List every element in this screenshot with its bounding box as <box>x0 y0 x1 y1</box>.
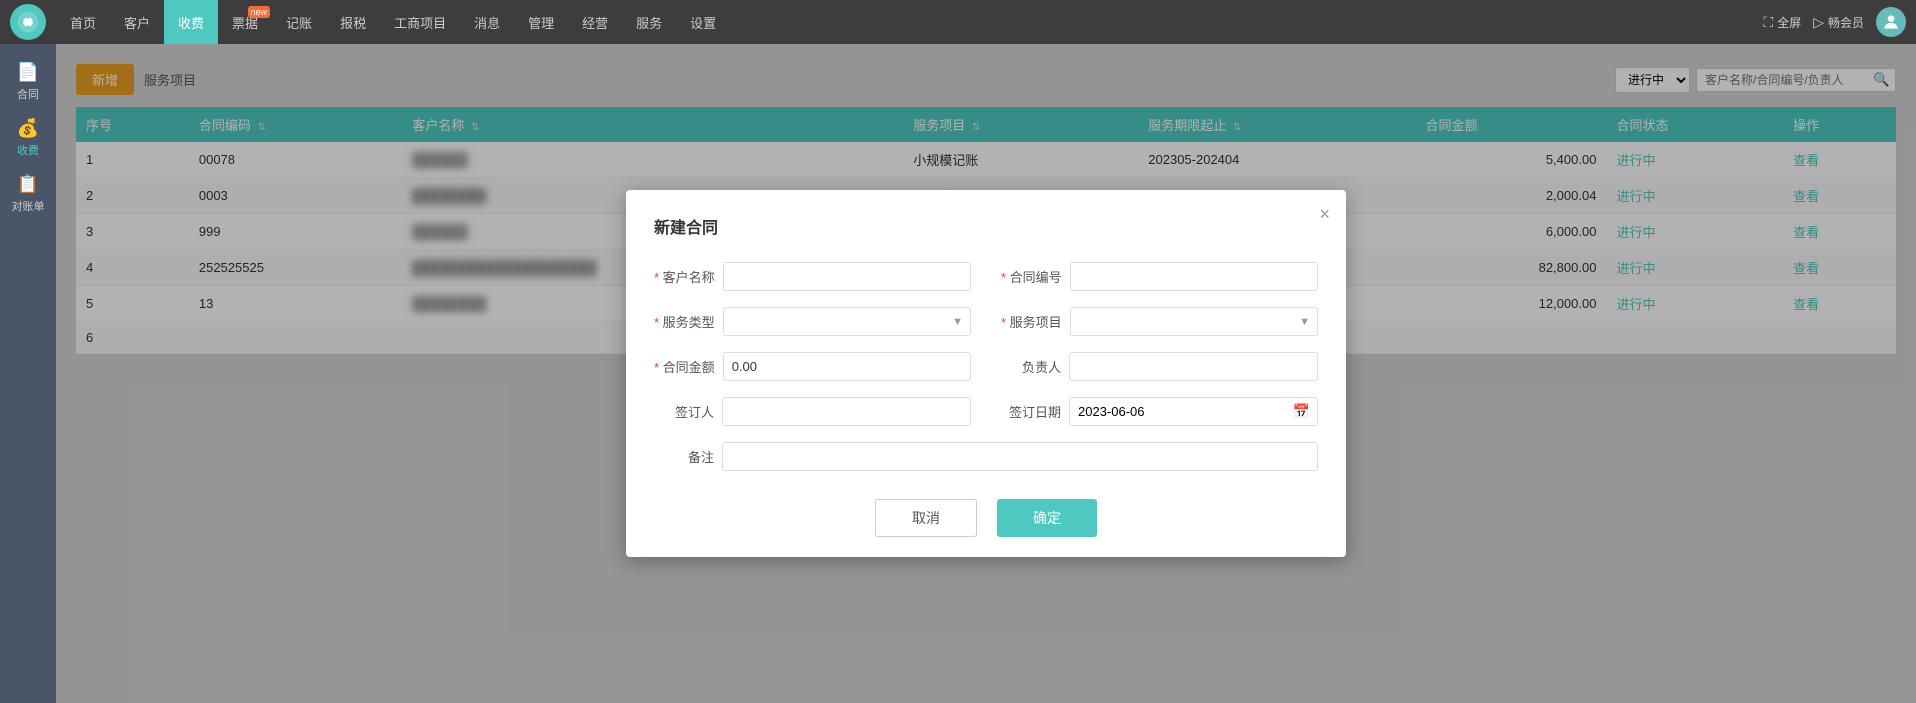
sidebar-label-contract: 合同 <box>17 86 39 102</box>
nav-home[interactable]: 首页 <box>56 0 110 44</box>
service-type-label: 服务类型 <box>654 312 715 331</box>
responsible-row: 负责人 <box>1001 352 1318 381</box>
modal-overlay[interactable]: × 新建合同 客户名称 合同编号 服务类型 <box>56 44 1916 703</box>
avatar[interactable] <box>1876 7 1906 37</box>
contract-icon: 📄 <box>17 62 39 83</box>
sign-date-input[interactable] <box>1069 397 1318 426</box>
nav-items: 首页 客户 收费 票据 new 记账 报税 工商项目 消息 管理 经营 服务 设… <box>56 0 1763 44</box>
nav-tax[interactable]: 报税 <box>326 0 380 44</box>
nav-settings[interactable]: 设置 <box>676 0 730 44</box>
nav-billing[interactable]: 收费 <box>164 0 218 44</box>
nav-message[interactable]: 消息 <box>460 0 514 44</box>
sign-date-label: 签订日期 <box>1001 402 1061 421</box>
content-area: 新增 服务项目 进行中 已完成 已终止 🔍 序号 合同 <box>56 44 1916 703</box>
remark-label: 备注 <box>654 447 714 466</box>
close-button[interactable]: × <box>1319 204 1330 225</box>
signer-label: 签订人 <box>654 402 714 421</box>
nav-manage[interactable]: 管理 <box>514 0 568 44</box>
remark-input[interactable] <box>722 442 1318 471</box>
sidebar-label-reconciliation: 对账单 <box>12 198 45 214</box>
amount-row: 合同金额 <box>654 352 971 381</box>
sidebar-item-contract[interactable]: 📄 合同 <box>0 54 56 110</box>
main-layout: 📄 合同 💰 收费 📋 对账单 新增 服务项目 进行中 已完成 已终止 <box>0 44 1916 703</box>
nav-invoice[interactable]: 票据 new <box>218 0 272 44</box>
contract-no-label: 合同编号 <box>1001 267 1062 286</box>
nav-operation[interactable]: 经营 <box>568 0 622 44</box>
sign-date-row: 签订日期 📅 <box>1001 397 1318 426</box>
reconciliation-icon: 📋 <box>17 174 39 195</box>
sidebar-item-reconciliation[interactable]: 📋 对账单 <box>0 166 56 222</box>
sign-date-wrap: 📅 <box>1069 397 1318 426</box>
customer-name-input[interactable] <box>723 262 971 291</box>
service-item-select-wrap: ▼ <box>1070 307 1318 336</box>
member-button[interactable]: ▷ 畅会员 <box>1813 14 1864 31</box>
signer-input[interactable] <box>722 397 971 426</box>
new-badge: new <box>248 6 271 18</box>
fullscreen-button[interactable]: ⛶ 全屏 <box>1763 14 1801 31</box>
customer-name-row: 客户名称 <box>654 262 971 291</box>
contract-no-input[interactable] <box>1070 262 1318 291</box>
nav-service[interactable]: 服务 <box>622 0 676 44</box>
service-type-row: 服务类型 ▼ <box>654 307 971 336</box>
customer-name-label: 客户名称 <box>654 267 715 286</box>
service-item-label: 服务项目 <box>1001 312 1062 331</box>
sidebar-item-billing[interactable]: 💰 收费 <box>0 110 56 166</box>
signer-row: 签订人 <box>654 397 971 426</box>
billing-icon: 💰 <box>17 118 39 139</box>
logo <box>10 4 46 40</box>
service-type-select[interactable] <box>723 307 971 336</box>
amount-input[interactable] <box>723 352 971 381</box>
confirm-button[interactable]: 确定 <box>997 499 1097 537</box>
calendar-icon[interactable]: 📅 <box>1293 403 1310 420</box>
responsible-label: 负责人 <box>1001 357 1061 376</box>
sidebar: 📄 合同 💰 收费 📋 对账单 <box>0 44 56 703</box>
responsible-input[interactable] <box>1069 352 1318 381</box>
new-contract-dialog: × 新建合同 客户名称 合同编号 服务类型 <box>626 190 1346 557</box>
remark-row: 备注 <box>654 442 1318 471</box>
form-grid: 客户名称 合同编号 服务类型 ▼ <box>654 262 1318 471</box>
service-type-select-wrap: ▼ <box>723 307 971 336</box>
nav-bookkeeping[interactable]: 记账 <box>272 0 326 44</box>
top-nav: 首页 客户 收费 票据 new 记账 报税 工商项目 消息 管理 经营 服务 设… <box>0 0 1916 44</box>
service-item-select[interactable] <box>1070 307 1318 336</box>
amount-label: 合同金额 <box>654 357 715 376</box>
dialog-title: 新建合同 <box>654 214 1318 238</box>
service-item-row: 服务项目 ▼ <box>1001 307 1318 336</box>
nav-right: ⛶ 全屏 ▷ 畅会员 <box>1763 7 1906 37</box>
dialog-footer: 取消 确定 <box>654 499 1318 537</box>
nav-customer[interactable]: 客户 <box>110 0 164 44</box>
nav-business[interactable]: 工商项目 <box>380 0 460 44</box>
sidebar-label-billing: 收费 <box>17 142 39 158</box>
cancel-button[interactable]: 取消 <box>875 499 977 537</box>
contract-no-row: 合同编号 <box>1001 262 1318 291</box>
